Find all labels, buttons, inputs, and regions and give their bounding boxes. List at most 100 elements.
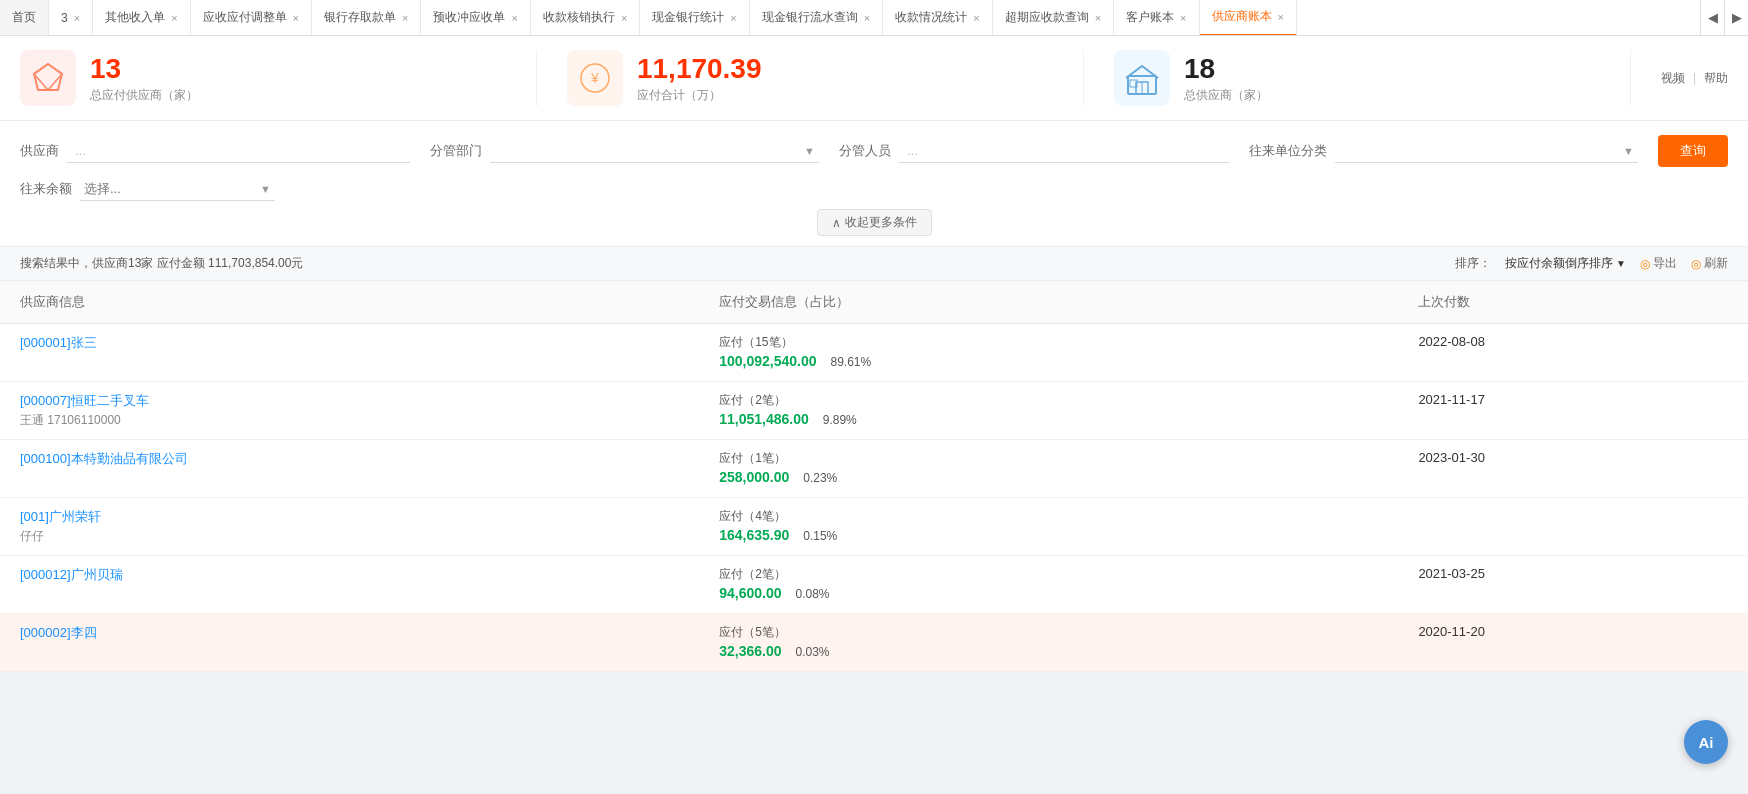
tx-amount[interactable]: 32,366.00 — [719, 643, 781, 659]
tx-pct: 0.23% — [803, 471, 837, 485]
balance-label: 往来余额 — [20, 180, 72, 198]
nav-tab-overdue-query[interactable]: 超期应收款查询× — [993, 0, 1114, 36]
close-icon[interactable]: × — [1180, 12, 1186, 24]
nav-tab-payable-adjust[interactable]: 应收应付调整单× — [191, 0, 312, 36]
nav-tab-advance-charge[interactable]: 预收冲应收单× — [421, 0, 530, 36]
tx-amount[interactable]: 164,635.90 — [719, 527, 789, 543]
category-arrow-icon: ▼ — [1619, 145, 1638, 157]
top-nav: 首页3×其他收入单×应收应付调整单×银行存取款单×预收冲应收单×收款核销执行×现… — [0, 0, 1748, 36]
svg-text:¥: ¥ — [590, 70, 599, 86]
payable-suppliers-number: 13 — [90, 52, 198, 86]
close-icon[interactable]: × — [730, 12, 736, 24]
last-pay: 2023-01-30 — [1398, 440, 1748, 498]
payable-total-number: 11,170.39 — [637, 52, 762, 86]
last-pay: 2021-11-17 — [1398, 382, 1748, 440]
tx-label: 应付（15笔） — [719, 334, 1378, 351]
nav-tab-cash-bank-stat[interactable]: 现金银行统计× — [640, 0, 749, 36]
tx-pct: 0.03% — [795, 645, 829, 659]
table-row: [000012]广州贝瑞应付（2笔）94,600.000.08%2021-03-… — [0, 556, 1748, 614]
supplier-link[interactable]: [000100]本特勤油品有限公司 — [20, 451, 188, 466]
balance-select-wrap[interactable]: ▼ — [80, 177, 275, 201]
close-icon[interactable]: × — [171, 12, 177, 24]
dept-arrow-icon: ▼ — [800, 145, 819, 157]
supplier-table: 供应商信息 应付交易信息（占比） 上次付数 [000001]张三应付（15笔）1… — [0, 281, 1748, 672]
close-icon[interactable]: × — [1095, 12, 1101, 24]
nav-tab-other-income[interactable]: 其他收入单× — [93, 0, 190, 36]
summary-card-payable-total: ¥ 11,170.39 应付合计（万） — [567, 50, 1084, 106]
sort-arrow-icon: ▼ — [1616, 258, 1626, 269]
category-select-wrap[interactable]: ▼ — [1335, 139, 1639, 163]
supplier-link[interactable]: [000012]广州贝瑞 — [20, 567, 123, 582]
close-icon[interactable]: × — [1278, 11, 1284, 23]
collapse-up-icon: ∧ — [832, 216, 841, 230]
nav-tab-tab3[interactable]: 3× — [49, 0, 93, 36]
close-icon[interactable]: × — [402, 12, 408, 24]
nav-tab-collection-exec[interactable]: 收款核销执行× — [531, 0, 640, 36]
divider: | — [1693, 71, 1696, 85]
close-icon[interactable]: × — [864, 12, 870, 24]
last-pay: 2020-11-20 — [1398, 614, 1748, 672]
query-button[interactable]: 查询 — [1658, 135, 1728, 167]
dept-select-wrap[interactable]: ▼ — [490, 139, 820, 163]
nav-tab-collection-stat[interactable]: 收款情况统计× — [883, 0, 992, 36]
nav-tab-cash-bank-flow[interactable]: 现金银行流水查询× — [750, 0, 883, 36]
diamond-icon — [20, 50, 76, 106]
table-row: [000002]李四 应付（5笔） 32,366.00 0.03% 2020-11-20 — [0, 614, 1748, 672]
sort-value[interactable]: 按应付余额倒序排序 ▼ — [1505, 255, 1626, 272]
nav-prev-arrow[interactable]: ◀ — [1700, 0, 1724, 36]
svg-marker-0 — [34, 64, 62, 90]
nav-tab-customer-account[interactable]: 客户账本× — [1114, 0, 1199, 36]
total-suppliers-number: 18 — [1184, 52, 1268, 86]
filter-row-1: 供应商 分管部门 ▼ 分管人员 往来单位分类 ▼ 查询 — [20, 135, 1728, 167]
tx-amount[interactable]: 11,051,486.00 — [719, 411, 809, 427]
collapse-button[interactable]: ∧ 收起更多条件 — [817, 209, 932, 236]
result-bar: 搜索结果中，供应商13家 应付金额 111,703,854.00元 排序： 按应… — [0, 247, 1748, 281]
col-last-pay: 上次付数 — [1398, 281, 1748, 324]
tx-pct: 0.15% — [803, 529, 837, 543]
tx-label: 应付（5笔） — [719, 624, 1378, 641]
tx-amount[interactable]: 100,092,540.00 — [719, 353, 816, 369]
close-icon[interactable]: × — [511, 12, 517, 24]
supplier-link[interactable]: [000001]张三 — [20, 335, 97, 350]
nav-tab-home[interactable]: 首页 — [0, 0, 49, 36]
nav-tab-supplier-account[interactable]: 供应商账本× — [1200, 0, 1297, 36]
tx-pct: 89.61% — [831, 355, 872, 369]
svg-marker-1 — [34, 64, 62, 90]
filter-balance: 往来余额 ▼ — [20, 177, 275, 201]
total-suppliers-label: 总供应商（家） — [1184, 87, 1268, 104]
dept-label: 分管部门 — [430, 142, 482, 160]
supplier-sub: 仔仔 — [20, 528, 679, 545]
video-link[interactable]: 视频 — [1661, 70, 1685, 87]
balance-input[interactable] — [80, 177, 256, 200]
nav-next-arrow[interactable]: ▶ — [1724, 0, 1748, 36]
dept-input[interactable] — [490, 139, 801, 162]
close-icon[interactable]: × — [973, 12, 979, 24]
supplier-label: 供应商 — [20, 142, 59, 160]
close-icon[interactable]: × — [621, 12, 627, 24]
supplier-input[interactable] — [67, 139, 410, 163]
store-icon — [1114, 50, 1170, 106]
supplier-link[interactable]: [001]广州荣轩 — [20, 509, 101, 524]
person-input[interactable] — [899, 139, 1229, 163]
nav-tab-bank-deposit[interactable]: 银行存取款单× — [312, 0, 421, 36]
tx-amount[interactable]: 258,000.00 — [719, 469, 789, 485]
help-link[interactable]: 帮助 — [1704, 70, 1728, 87]
export-button[interactable]: ◎ 导出 — [1640, 255, 1677, 272]
supplier-link[interactable]: [000002]李四 — [20, 625, 97, 640]
tx-pct: 0.08% — [795, 587, 829, 601]
close-icon[interactable]: × — [293, 12, 299, 24]
supplier-link[interactable]: [000007]恒旺二手叉车 — [20, 393, 149, 408]
filter-dept: 分管部门 ▼ — [430, 139, 820, 163]
tx-amount[interactable]: 94,600.00 — [719, 585, 781, 601]
table-row: [001]广州荣轩仔仔应付（4笔）164,635.900.15% — [0, 498, 1748, 556]
refresh-button[interactable]: ◎ 刷新 — [1691, 255, 1728, 272]
last-pay: 2022-08-08 — [1398, 324, 1748, 382]
tx-label: 应付（2笔） — [719, 392, 1378, 409]
supplier-sub: 王通 17106110000 — [20, 412, 679, 429]
collapse-label: 收起更多条件 — [845, 214, 917, 231]
category-input[interactable] — [1335, 139, 1620, 162]
payable-suppliers-label: 总应付供应商（家） — [90, 87, 198, 104]
summary-card-total-suppliers: 18 总供应商（家） — [1114, 50, 1631, 106]
close-icon[interactable]: × — [74, 12, 80, 24]
person-label: 分管人员 — [839, 142, 891, 160]
